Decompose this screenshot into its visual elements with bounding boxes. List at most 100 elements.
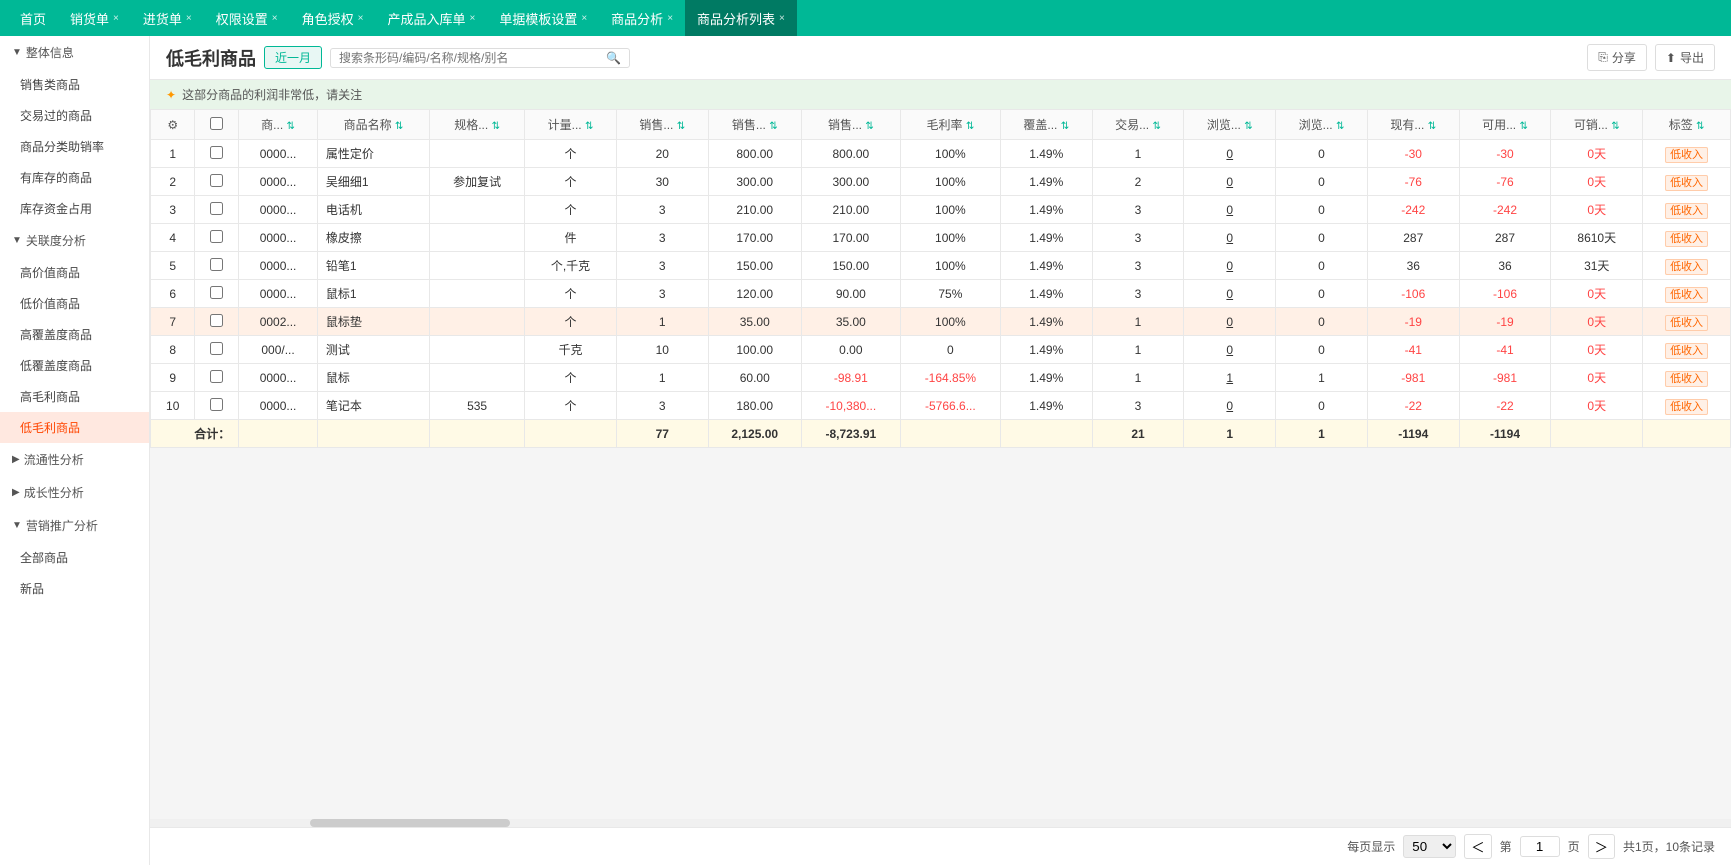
col-sales-amount[interactable]: 销售... ⇅ (801, 110, 900, 140)
prev-page-button[interactable]: ＜ (1464, 834, 1491, 859)
col-checkbox[interactable] (195, 110, 239, 140)
row-select-checkbox[interactable] (210, 258, 223, 271)
next-page-button[interactable]: ＞ (1588, 834, 1615, 859)
col-spec[interactable]: 规格... ⇅ (430, 110, 525, 140)
row-checkbox[interactable] (195, 140, 239, 168)
row-view1[interactable]: 0 (1184, 280, 1276, 308)
row-view1[interactable]: 0 (1184, 140, 1276, 168)
sidebar-group-overall[interactable]: ▼ 整体信息 (0, 36, 149, 69)
col-code[interactable]: 商... ⇅ (239, 110, 318, 140)
table-area[interactable]: ⚙ 商... ⇅ 商品名称 ⇅ 规格... ⇅ 计量... ⇅ 销售... ⇅ … (150, 109, 1731, 819)
row-sales-qty: 1 (616, 308, 708, 336)
sidebar-item-all-products[interactable]: 全部商品 (0, 542, 149, 573)
nav-sales-order[interactable]: 销货单 × (58, 0, 131, 36)
date-filter-button[interactable]: 近一月 (264, 46, 322, 69)
col-sales-qty[interactable]: 销售... ⇅ (616, 110, 708, 140)
nav-home[interactable]: 首页 (8, 0, 58, 36)
sidebar-item-high-margin[interactable]: 高毛利商品 (0, 381, 149, 412)
col-gross-margin[interactable]: 毛利率 ⇅ (900, 110, 1000, 140)
sidebar-item-in-stock[interactable]: 有库存的商品 (0, 162, 149, 193)
row-view1[interactable]: 0 (1184, 196, 1276, 224)
table-row: 3 0000... 电话机 个 3 210.00 210.00 100% 1.4… (151, 196, 1731, 224)
sidebar-item-high-value[interactable]: 高价值商品 (0, 257, 149, 288)
row-view1[interactable]: 0 (1184, 252, 1276, 280)
nav-product-inbound-close[interactable]: × (469, 13, 475, 24)
nav-sales-order-close[interactable]: × (113, 13, 119, 24)
export-button[interactable]: ⬆ 导出 (1655, 44, 1715, 71)
row-gross-margin: 100% (900, 252, 1000, 280)
col-transaction[interactable]: 交易... ⇅ (1092, 110, 1184, 140)
row-select-checkbox[interactable] (210, 202, 223, 215)
row-checkbox[interactable] (195, 224, 239, 252)
nav-role-auth[interactable]: 角色授权 × (290, 0, 376, 36)
page-input[interactable] (1520, 836, 1560, 857)
row-checkbox[interactable] (195, 308, 239, 336)
row-view1[interactable]: 0 (1184, 392, 1276, 420)
row-checkbox[interactable] (195, 196, 239, 224)
sidebar-group-marketing[interactable]: ▼ 营销推广分析 (0, 509, 149, 542)
sidebar-item-low-value[interactable]: 低价值商品 (0, 288, 149, 319)
share-button[interactable]: ⎘ 分享 (1587, 44, 1647, 71)
total-sales-price: 2,125.00 (708, 420, 801, 448)
sidebar-group-circulation[interactable]: ▶ 流通性分析 (0, 443, 149, 476)
row-select-checkbox[interactable] (210, 286, 223, 299)
row-view1[interactable]: 0 (1184, 224, 1276, 252)
row-select-checkbox[interactable] (210, 174, 223, 187)
nav-purchase-order[interactable]: 进货单 × (131, 0, 204, 36)
scrollbar-thumb[interactable] (310, 819, 510, 827)
nav-product-analysis[interactable]: 商品分析 × (599, 0, 685, 36)
sidebar-item-low-coverage[interactable]: 低覆盖度商品 (0, 350, 149, 381)
nav-template-setting[interactable]: 单据模板设置 × (487, 0, 599, 36)
col-current-stock[interactable]: 现有... ⇅ (1367, 110, 1459, 140)
col-sellable-days[interactable]: 可销... ⇅ (1551, 110, 1643, 140)
row-select-checkbox[interactable] (210, 398, 223, 411)
nav-product-inbound[interactable]: 产成品入库单 × (375, 0, 487, 36)
col-tag[interactable]: 标签 ⇅ (1643, 110, 1731, 140)
row-checkbox[interactable] (195, 280, 239, 308)
select-all-checkbox[interactable] (210, 117, 223, 130)
sidebar-item-high-coverage[interactable]: 高覆盖度商品 (0, 319, 149, 350)
nav-product-analysis-list[interactable]: 商品分析列表 × (685, 0, 797, 36)
col-sales-price[interactable]: 销售... ⇅ (708, 110, 801, 140)
search-input[interactable] (339, 51, 606, 65)
nav-product-analysis-list-close[interactable]: × (779, 13, 785, 24)
row-select-checkbox[interactable] (210, 230, 223, 243)
row-select-checkbox[interactable] (210, 370, 223, 383)
sidebar-item-sales-products[interactable]: 销售类商品 (0, 69, 149, 100)
sidebar-group-relevance[interactable]: ▼ 关联度分析 (0, 224, 149, 257)
horizontal-scrollbar[interactable] (150, 819, 1731, 827)
row-view1[interactable]: 1 (1184, 364, 1276, 392)
col-view2[interactable]: 浏览... ⇅ (1276, 110, 1368, 140)
sidebar-item-traded-products[interactable]: 交易过的商品 (0, 100, 149, 131)
search-icon[interactable]: 🔍 (606, 51, 621, 65)
nav-permission-close[interactable]: × (272, 13, 278, 24)
col-unit[interactable]: 计量... ⇅ (525, 110, 617, 140)
row-select-checkbox[interactable] (210, 342, 223, 355)
col-view1[interactable]: 浏览... ⇅ (1184, 110, 1276, 140)
row-checkbox[interactable] (195, 392, 239, 420)
nav-purchase-order-close[interactable]: × (186, 13, 192, 24)
col-coverage[interactable]: 覆盖... ⇅ (1000, 110, 1092, 140)
sidebar-item-new-products[interactable]: 新品 (0, 573, 149, 604)
sidebar-item-category-rate[interactable]: 商品分类助销率 (0, 131, 149, 162)
row-view1[interactable]: 0 (1184, 168, 1276, 196)
col-settings[interactable]: ⚙ (151, 110, 195, 140)
col-available-stock[interactable]: 可用... ⇅ (1459, 110, 1551, 140)
sidebar-item-capital[interactable]: 库存资金占用 (0, 193, 149, 224)
nav-template-setting-close[interactable]: × (581, 13, 587, 24)
row-checkbox[interactable] (195, 336, 239, 364)
col-name[interactable]: 商品名称 ⇅ (317, 110, 429, 140)
nav-role-auth-close[interactable]: × (358, 13, 364, 24)
row-checkbox[interactable] (195, 252, 239, 280)
row-select-checkbox[interactable] (210, 314, 223, 327)
sidebar-item-low-margin[interactable]: 低毛利商品 (0, 412, 149, 443)
row-checkbox[interactable] (195, 364, 239, 392)
row-view1[interactable]: 0 (1184, 308, 1276, 336)
nav-permission[interactable]: 权限设置 × (204, 0, 290, 36)
row-select-checkbox[interactable] (210, 146, 223, 159)
per-page-select[interactable]: 50 100 200 (1403, 835, 1456, 858)
row-checkbox[interactable] (195, 168, 239, 196)
sidebar-group-growth[interactable]: ▶ 成长性分析 (0, 476, 149, 509)
nav-product-analysis-close[interactable]: × (667, 13, 673, 24)
row-view1[interactable]: 0 (1184, 336, 1276, 364)
